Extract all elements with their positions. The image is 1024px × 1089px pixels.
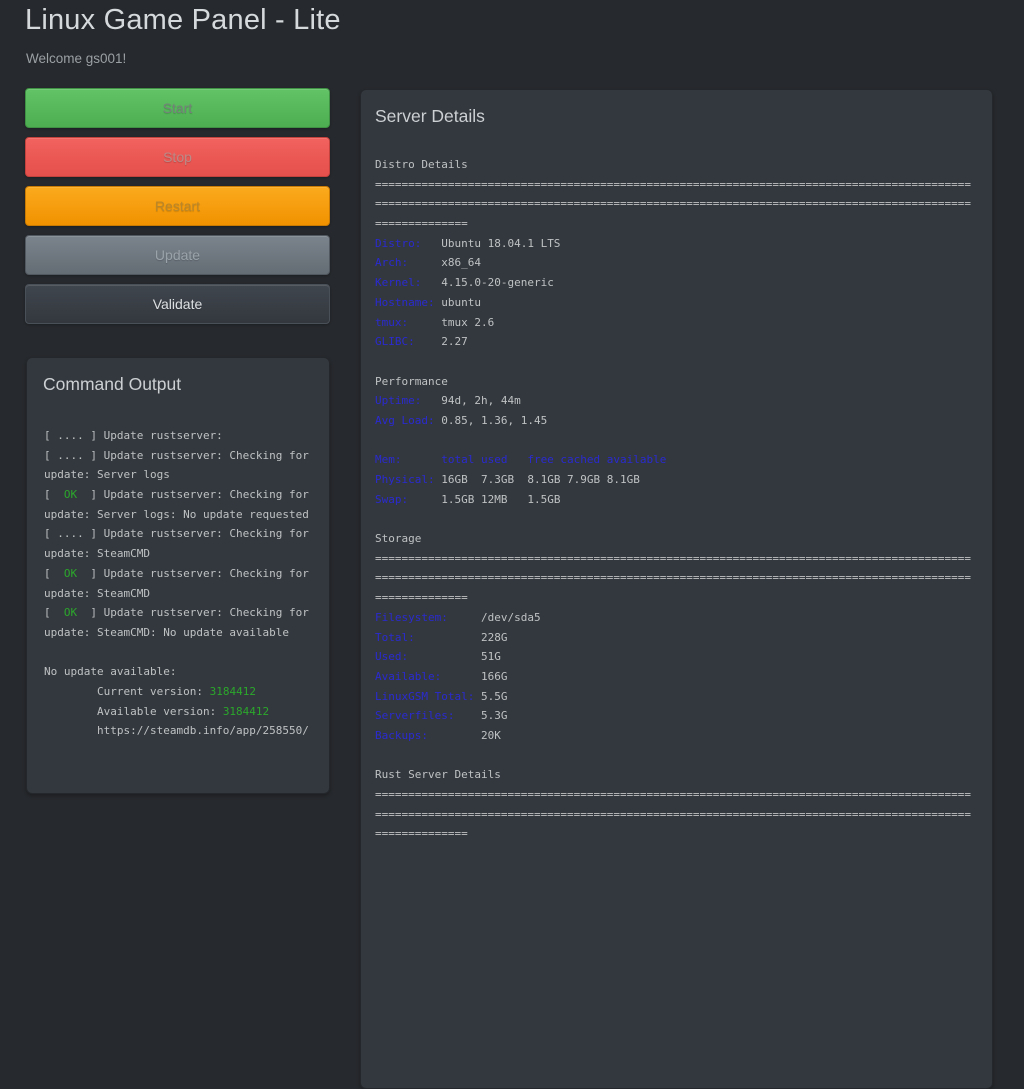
terminal-line: [ OK ] Update rustserver: Checking for bbox=[44, 488, 309, 502]
terminal-line: update: Server logs: No update requested bbox=[44, 507, 309, 521]
terminal-line: Performance bbox=[375, 374, 448, 388]
terminal-line: ========================================… bbox=[375, 177, 972, 191]
terminal-line: update: SteamCMD bbox=[44, 586, 150, 600]
server-action-buttons: Start Stop Restart Update Validate bbox=[25, 88, 330, 333]
terminal-line: Current version: 3184412 bbox=[44, 684, 256, 698]
terminal-line: [ .... ] Update rustserver: Checking for bbox=[44, 448, 309, 462]
terminal-line: Mem: total used free cached available bbox=[375, 453, 667, 467]
terminal-line: update: SteamCMD: No update available bbox=[44, 625, 290, 639]
terminal-line: LinuxGSM Total: 5.5G bbox=[375, 689, 508, 703]
terminal-line: ========================================… bbox=[375, 571, 972, 585]
terminal-line: Hostname: ubuntu bbox=[375, 295, 481, 309]
terminal-line: [ .... ] Update rustserver: Checking for bbox=[44, 527, 309, 541]
validate-button[interactable]: Validate bbox=[25, 284, 330, 324]
terminal-line: ============== bbox=[375, 827, 468, 841]
terminal-line: [ .... ] Update rustserver: bbox=[44, 429, 223, 442]
terminal-line: ========================================… bbox=[375, 551, 972, 565]
server-details-title: Server Details bbox=[375, 106, 485, 126]
terminal-line: ========================================… bbox=[375, 807, 972, 821]
terminal-line: tmux: tmux 2.6 bbox=[375, 315, 495, 329]
terminal-line: Avg Load: 0.85, 1.36, 1.45 bbox=[375, 413, 548, 427]
command-output-panel: Command Output [ .... ] Update rustserve… bbox=[26, 357, 330, 794]
start-button[interactable]: Start bbox=[25, 88, 330, 128]
terminal-line: Kernel: 4.15.0-20-generic bbox=[375, 276, 554, 290]
welcome-message: Welcome gs001! bbox=[26, 51, 127, 66]
terminal-line: Serverfiles: 5.3G bbox=[375, 709, 508, 723]
update-button[interactable]: Update bbox=[25, 235, 330, 275]
terminal-line: Distro: Ubuntu 18.04.1 LTS bbox=[375, 236, 561, 250]
terminal-line: No update available: bbox=[44, 665, 177, 679]
terminal-line: Used: 51G bbox=[375, 650, 501, 664]
stop-button[interactable]: Stop bbox=[25, 137, 330, 177]
terminal-line: Available version: 3184412 bbox=[44, 704, 270, 718]
terminal-line: Available: 166G bbox=[375, 669, 508, 683]
terminal-line: Uptime: 94d, 2h, 44m bbox=[375, 394, 521, 408]
terminal-line: Distro Details bbox=[375, 158, 468, 171]
command-output-title: Command Output bbox=[43, 374, 182, 394]
terminal-line: Swap: 1.5GB 12MB 1.5GB bbox=[375, 492, 561, 506]
terminal-line: GLIBC: 2.27 bbox=[375, 335, 468, 349]
command-output-terminal: [ .... ] Update rustserver: [ .... ] Upda… bbox=[44, 426, 314, 741]
server-details-terminal: Distro Details ==========================… bbox=[375, 155, 979, 844]
page-title: Linux Game Panel - Lite bbox=[25, 4, 341, 36]
terminal-line: [ OK ] Update rustserver: Checking for bbox=[44, 606, 309, 620]
terminal-line: ============== bbox=[375, 591, 468, 605]
terminal-line: update: SteamCMD bbox=[44, 547, 150, 561]
terminal-line: Rust Server Details bbox=[375, 768, 501, 782]
terminal-line: Storage bbox=[375, 532, 422, 546]
terminal-line: Arch: x86_64 bbox=[375, 256, 481, 270]
terminal-line: ========================================… bbox=[375, 197, 972, 211]
terminal-line: https://steamdb.info/app/258550/ bbox=[44, 724, 309, 738]
server-details-panel: Server Details Distro Details ===========… bbox=[360, 89, 993, 1089]
restart-button[interactable]: Restart bbox=[25, 186, 330, 226]
terminal-line: [ OK ] Update rustserver: Checking for bbox=[44, 566, 309, 580]
terminal-line: update: Server logs bbox=[44, 468, 170, 482]
terminal-line: ========================================… bbox=[375, 788, 972, 801]
terminal-line: ============== bbox=[375, 217, 468, 231]
terminal-line: Physical: 16GB 7.3GB 8.1GB 7.9GB 8.1GB bbox=[375, 473, 640, 486]
terminal-line: Backups: 20K bbox=[375, 728, 501, 742]
terminal-line: Total: 228G bbox=[375, 630, 508, 644]
terminal-line: Filesystem: /dev/sda5 bbox=[375, 610, 541, 624]
